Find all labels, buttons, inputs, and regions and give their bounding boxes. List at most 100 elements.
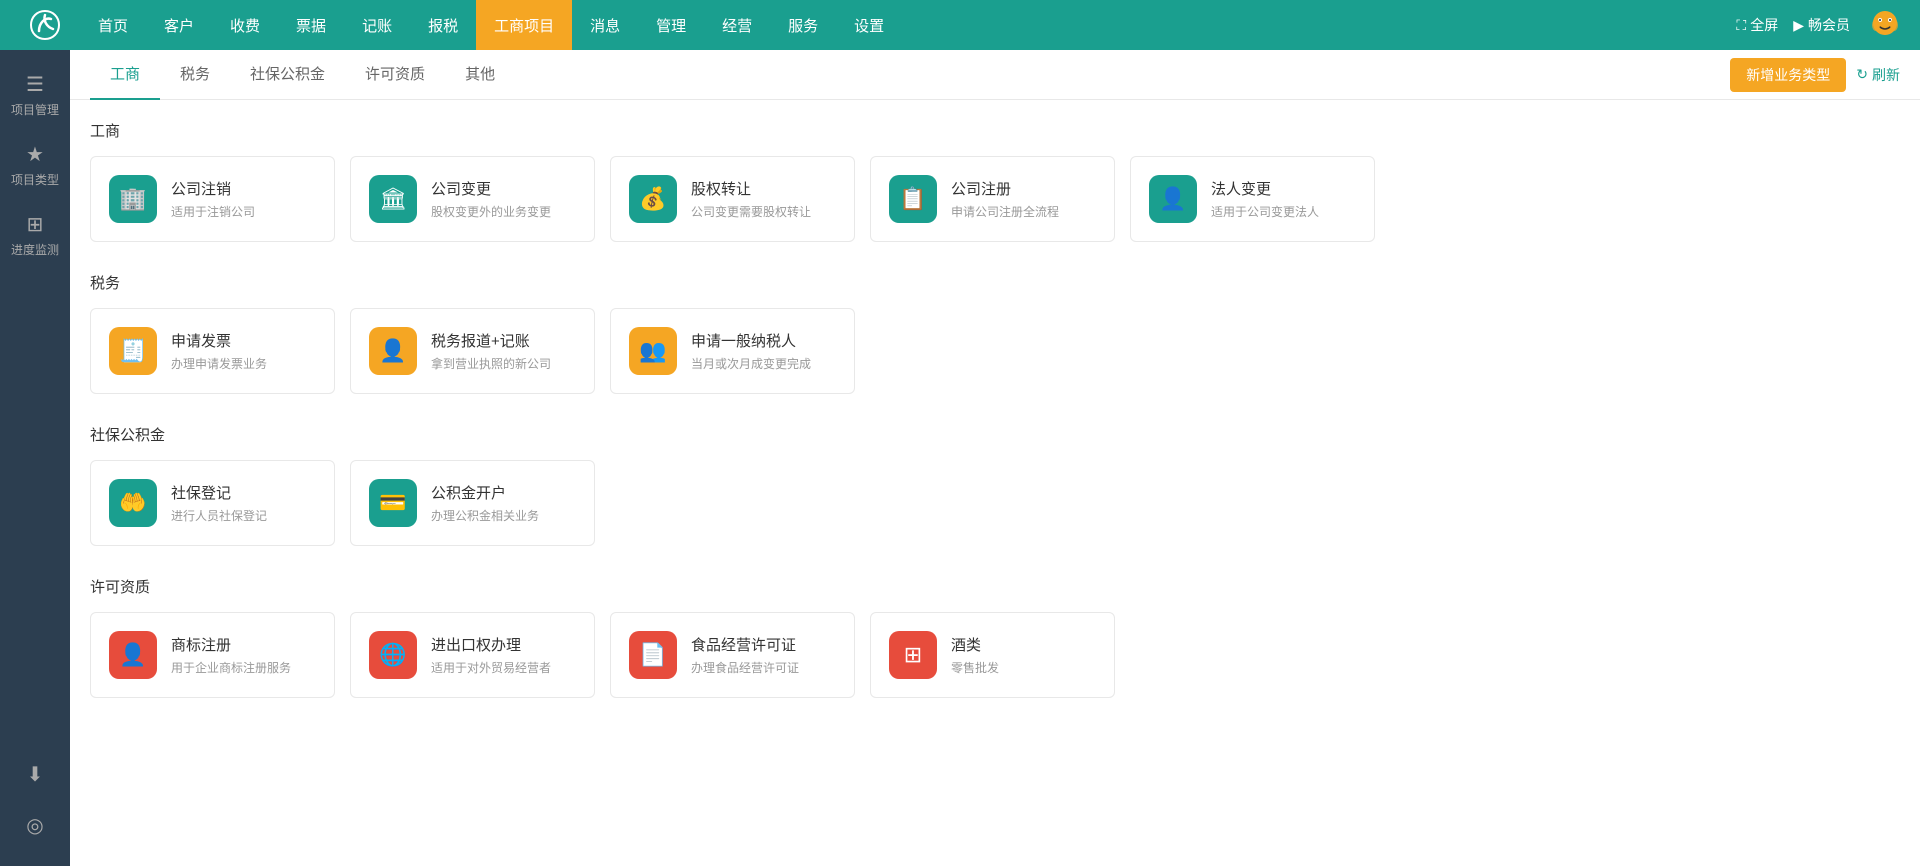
- card-text-申请发票: 申请发票办理申请发票业务: [171, 330, 267, 372]
- service-card-申请发票[interactable]: 🧾 申请发票办理申请发票业务: [90, 308, 335, 394]
- card-desc-text: 适用于注销公司: [171, 203, 255, 220]
- nav-item-记账[interactable]: 记账: [344, 0, 410, 50]
- section-title-工商: 工商: [90, 120, 1900, 141]
- card-text-公司注册: 公司注册申请公司注册全流程: [951, 178, 1059, 220]
- sidebar-label: 项目类型: [11, 171, 59, 188]
- card-icon-进出口权办理: 🌐: [369, 631, 417, 679]
- sidebar-label: 项目管理: [11, 101, 59, 118]
- service-card-公司注销[interactable]: 🏢公司注销适用于注销公司: [90, 156, 335, 242]
- mascot-icon: [1865, 5, 1905, 45]
- card-icon-申请一般纳税人: 👥: [629, 327, 677, 375]
- sidebar-item-项目类型[interactable]: ★ 项目类型: [0, 130, 70, 200]
- fullscreen-button[interactable]: ⛶ 全屏: [1736, 15, 1778, 35]
- card-desc-text: 办理食品经营许可证: [691, 659, 799, 676]
- card-grid-税务: 🧾 申请发票办理申请发票业务 👤税务报道+记账拿到营业执照的新公司 👥 申请一般纳税人当…: [90, 308, 1900, 394]
- card-desc-text: 用于企业商标注册服务: [171, 659, 291, 676]
- service-card-申请一般纳税人[interactable]: 👥 申请一般纳税人当月或次月成变更完成: [610, 308, 855, 394]
- tab-许可资质[interactable]: 许可资质: [345, 50, 445, 100]
- nav-item-客户[interactable]: 客户: [146, 0, 212, 50]
- service-card-公司注册[interactable]: 📋 公司注册申请公司注册全流程: [870, 156, 1115, 242]
- card-text-商标注册: 商标注册用于企业商标注册服务: [171, 634, 291, 676]
- member-icon: ▶: [1793, 17, 1804, 34]
- card-text-酒类: 酒类零售批发: [951, 634, 999, 676]
- service-card-进出口权办理[interactable]: 🌐 进出口权办理适用于对外贸易经营者: [350, 612, 595, 698]
- nav-item-经营[interactable]: 经营: [704, 0, 770, 50]
- service-card-公司变更[interactable]: 🏛公司变更股权变更外的业务变更: [350, 156, 595, 242]
- card-grid-许可资质: 👤 商标注册用于企业商标注册服务 🌐 进出口权办理适用于对外贸易经营者 📄食品经营许可证…: [90, 612, 1900, 698]
- fullscreen-icon: ⛶: [1736, 17, 1746, 34]
- tab-社保公积金[interactable]: 社保公积金: [230, 50, 345, 100]
- new-type-button[interactable]: 新增业务类型: [1730, 58, 1846, 92]
- service-card-股权转让[interactable]: 💰股权转让公司变更需要股权转让: [610, 156, 855, 242]
- tab-税务[interactable]: 税务: [160, 50, 230, 100]
- tab-actions: 新增业务类型 ↻ 刷新: [1730, 58, 1900, 92]
- card-title-text: 公司注册: [951, 178, 1059, 199]
- sidebar-item-项目管理[interactable]: ☰ 项目管理: [0, 60, 70, 130]
- card-grid-工商: 🏢公司注销适用于注销公司🏛公司变更股权变更外的业务变更💰股权转让公司变更需要股权…: [90, 156, 1900, 242]
- service-card-社保登记[interactable]: 🤲社保登记进行人员社保登记: [90, 460, 335, 546]
- sidebar-icon: ☰: [26, 72, 44, 97]
- member-button[interactable]: ▶ 畅会员: [1793, 15, 1850, 35]
- download-icon[interactable]: ⬇: [19, 754, 52, 795]
- card-icon-商标注册: 👤: [109, 631, 157, 679]
- card-text-进出口权办理: 进出口权办理适用于对外贸易经营者: [431, 634, 551, 676]
- sidebar-icon: ⊞: [27, 212, 44, 237]
- nav-item-报税[interactable]: 报税: [410, 0, 476, 50]
- card-title-text: 商标注册: [171, 634, 291, 655]
- card-title-text: 公司变更: [431, 178, 551, 199]
- card-title-text: 申请发票: [171, 330, 267, 351]
- card-desc-text: 股权变更外的业务变更: [431, 203, 551, 220]
- card-desc-text: 当月或次月成变更完成: [691, 355, 811, 372]
- left-sidebar: ☰ 项目管理 ★ 项目类型 ⊞进度监测 ⬇ ◎: [0, 50, 70, 866]
- nav-item-票据[interactable]: 票据: [278, 0, 344, 50]
- service-card-法人变更[interactable]: 👤法人变更适用于公司变更法人: [1130, 156, 1375, 242]
- logo-icon: [27, 7, 63, 43]
- card-icon-酒类: ⊞: [889, 631, 937, 679]
- card-title-text: 酒类: [951, 634, 999, 655]
- card-desc-text: 适用于对外贸易经营者: [431, 659, 551, 676]
- card-text-公司变更: 公司变更股权变更外的业务变更: [431, 178, 551, 220]
- card-desc-text: 公司变更需要股权转让: [691, 203, 811, 220]
- tab-工商[interactable]: 工商: [90, 50, 160, 100]
- service-card-税务报道+记账[interactable]: 👤税务报道+记账拿到营业执照的新公司: [350, 308, 595, 394]
- card-grid-社保公积金: 🤲社保登记进行人员社保登记💳公积金开户办理公积金相关业务: [90, 460, 1900, 546]
- card-title-text: 法人变更: [1211, 178, 1319, 199]
- card-title-text: 进出口权办理: [431, 634, 551, 655]
- sidebar-icon: ★: [26, 142, 44, 167]
- card-desc-text: 进行人员社保登记: [171, 507, 267, 524]
- section-title-税务: 税务: [90, 272, 1900, 293]
- card-icon-申请发票: 🧾: [109, 327, 157, 375]
- nav-item-服务[interactable]: 服务: [770, 0, 836, 50]
- section-title-社保公积金: 社保公积金: [90, 424, 1900, 445]
- member-label: 畅会员: [1808, 15, 1850, 35]
- card-icon-公司注册: 📋: [889, 175, 937, 223]
- refresh-button[interactable]: ↻ 刷新: [1856, 65, 1900, 85]
- service-card-公积金开户[interactable]: 💳公积金开户办理公积金相关业务: [350, 460, 595, 546]
- nav-item-收费[interactable]: 收费: [212, 0, 278, 50]
- card-icon-公司注销: 🏢: [109, 175, 157, 223]
- top-navigation: 首页客户收费票据记账报税工商项目消息管理经营服务设置 ⛶ 全屏 ▶ 畅会员: [0, 0, 1920, 50]
- card-text-社保登记: 社保登记进行人员社保登记: [171, 482, 267, 524]
- card-title-text: 申请一般纳税人: [691, 330, 811, 351]
- card-title-text: 社保登记: [171, 482, 267, 503]
- nav-right: ⛶ 全屏 ▶ 畅会员: [1736, 5, 1920, 45]
- nav-item-首页[interactable]: 首页: [80, 0, 146, 50]
- service-card-酒类[interactable]: ⊞ 酒类零售批发: [870, 612, 1115, 698]
- section-title-许可资质: 许可资质: [90, 576, 1900, 597]
- sidebar-item-进度监测[interactable]: ⊞进度监测: [0, 200, 70, 270]
- card-desc-text: 零售批发: [951, 659, 999, 676]
- settings-icon[interactable]: ◎: [18, 805, 51, 846]
- card-title-text: 股权转让: [691, 178, 811, 199]
- tab-其他[interactable]: 其他: [445, 50, 515, 100]
- service-card-食品经营许可证[interactable]: 📄食品经营许可证办理食品经营许可证: [610, 612, 855, 698]
- nav-item-设置[interactable]: 设置: [836, 0, 902, 50]
- refresh-label: 刷新: [1872, 65, 1900, 85]
- service-card-商标注册[interactable]: 👤 商标注册用于企业商标注册服务: [90, 612, 335, 698]
- card-text-食品经营许可证: 食品经营许可证办理食品经营许可证: [691, 634, 799, 676]
- card-desc-text: 申请公司注册全流程: [951, 203, 1059, 220]
- card-text-税务报道+记账: 税务报道+记账拿到营业执照的新公司: [431, 330, 551, 372]
- nav-item-管理[interactable]: 管理: [638, 0, 704, 50]
- nav-item-消息[interactable]: 消息: [572, 0, 638, 50]
- nav-item-工商项目[interactable]: 工商项目: [476, 0, 572, 50]
- card-desc-text: 办理申请发票业务: [171, 355, 267, 372]
